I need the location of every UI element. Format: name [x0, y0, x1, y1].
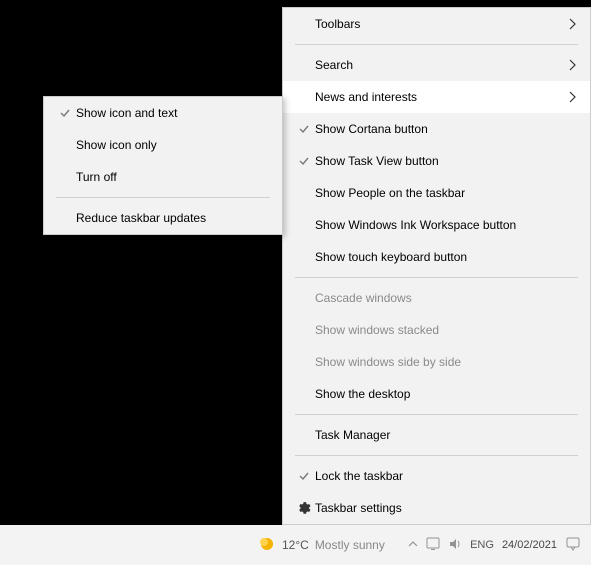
volume-icon[interactable] [448, 537, 462, 554]
menu-label: Show Windows Ink Workspace button [315, 218, 560, 232]
menu-item-news-interests[interactable]: News and interests [283, 81, 590, 113]
tray-chevron-icon[interactable] [408, 538, 418, 552]
weather-condition: Mostly sunny [315, 538, 385, 552]
menu-label: Show People on the taskbar [315, 186, 560, 200]
menu-item-show-desktop[interactable]: Show the desktop [283, 378, 590, 410]
chevron-right-icon [560, 91, 576, 103]
submenu-item-reduce-updates[interactable]: Reduce taskbar updates [44, 202, 282, 234]
menu-item-stacked: Show windows stacked [283, 314, 590, 346]
menu-item-side-by-side: Show windows side by side [283, 346, 590, 378]
menu-separator [295, 44, 578, 45]
check-icon [293, 155, 315, 167]
weather-widget[interactable]: 12°C Mostly sunny [258, 535, 385, 556]
menu-item-show-touch-keyboard[interactable]: Show touch keyboard button [283, 241, 590, 273]
menu-item-search[interactable]: Search [283, 49, 590, 81]
menu-item-lock-taskbar[interactable]: Lock the taskbar [283, 460, 590, 492]
gear-icon [293, 501, 315, 515]
menu-label: News and interests [315, 90, 560, 104]
clock-date[interactable]: 24/02/2021 [502, 539, 557, 551]
menu-label: Show touch keyboard button [315, 250, 560, 264]
sun-icon [258, 535, 276, 556]
menu-item-task-manager[interactable]: Task Manager [283, 419, 590, 451]
menu-item-show-cortana[interactable]: Show Cortana button [283, 113, 590, 145]
submenu-item-icon-text[interactable]: Show icon and text [44, 97, 282, 129]
menu-label: Show the desktop [315, 387, 560, 401]
taskbar-context-menu: Toolbars Search News and interests Show … [282, 7, 591, 525]
menu-item-show-people[interactable]: Show People on the taskbar [283, 177, 590, 209]
menu-item-cascade: Cascade windows [283, 282, 590, 314]
menu-label: Show windows side by side [315, 355, 560, 369]
menu-label: Cascade windows [315, 291, 560, 305]
weather-temp: 12°C [282, 538, 309, 552]
menu-item-show-task-view[interactable]: Show Task View button [283, 145, 590, 177]
submenu-item-icon-only[interactable]: Show icon only [44, 129, 282, 161]
network-icon[interactable] [426, 537, 440, 554]
check-icon [54, 107, 76, 119]
action-center-icon[interactable] [565, 536, 581, 555]
chevron-right-icon [560, 18, 576, 30]
menu-separator [295, 455, 578, 456]
menu-label: Show Cortana button [315, 122, 560, 136]
menu-label: Task Manager [315, 428, 560, 442]
system-tray[interactable]: ENG 24/02/2021 [408, 536, 581, 555]
menu-item-toolbars[interactable]: Toolbars [283, 8, 590, 40]
menu-label: Search [315, 58, 560, 72]
menu-separator [295, 414, 578, 415]
menu-label: Show icon and text [76, 106, 268, 120]
submenu-item-turn-off[interactable]: Turn off [44, 161, 282, 193]
check-icon [293, 123, 315, 135]
menu-label: Toolbars [315, 17, 560, 31]
news-interests-submenu: Show icon and text Show icon only Turn o… [43, 96, 283, 235]
menu-separator [56, 197, 270, 198]
menu-label: Reduce taskbar updates [76, 211, 268, 225]
taskbar[interactable]: 12°C Mostly sunny ENG 24/02/2021 [0, 525, 591, 565]
check-icon [293, 470, 315, 482]
chevron-right-icon [560, 59, 576, 71]
menu-label: Lock the taskbar [315, 469, 560, 483]
menu-label: Show windows stacked [315, 323, 560, 337]
menu-label: Show icon only [76, 138, 268, 152]
menu-separator [295, 277, 578, 278]
language-indicator[interactable]: ENG [470, 539, 494, 551]
menu-item-show-ink[interactable]: Show Windows Ink Workspace button [283, 209, 590, 241]
menu-label: Show Task View button [315, 154, 560, 168]
menu-item-taskbar-settings[interactable]: Taskbar settings [283, 492, 590, 524]
menu-label: Taskbar settings [315, 501, 560, 515]
menu-label: Turn off [76, 170, 268, 184]
